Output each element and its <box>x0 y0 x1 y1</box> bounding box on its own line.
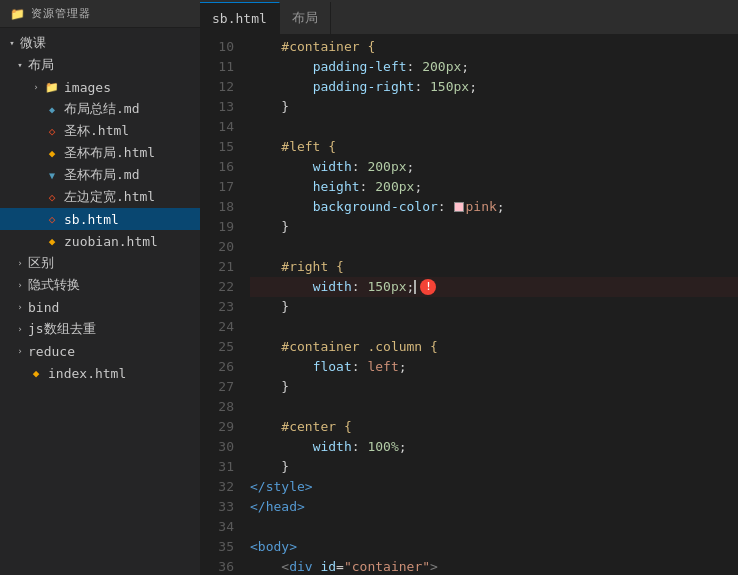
code-line-15: #left { <box>250 137 738 157</box>
code-line-17: height: 200px; <box>250 177 738 197</box>
chevron-right-icon: › <box>28 79 44 95</box>
sidebar-item-zuobian[interactable]: ◆ zuobian.html <box>0 230 200 252</box>
sidebar-zuobian-label: zuobian.html <box>64 234 158 249</box>
code-line-26: float: left; <box>250 357 738 377</box>
sidebar-zuobiankuan-label: 左边定宽.html <box>64 188 155 206</box>
folder-icon: 📁 <box>44 79 60 95</box>
sidebar-shengbei-label: 圣杯.html <box>64 122 129 140</box>
code-line-34 <box>250 517 738 537</box>
code-line-13: } <box>250 97 738 117</box>
code-line-19: } <box>250 217 738 237</box>
sidebar-item-buju[interactable]: ▾ 布局 <box>0 54 200 76</box>
md-blue-icon: ▼ <box>44 167 60 183</box>
code-lines[interactable]: #container { padding-left: 200px; paddin… <box>242 35 738 575</box>
code-line-28 <box>250 397 738 417</box>
sidebar-shengbei-buju-md-label: 圣杯布局.md <box>64 166 139 184</box>
sidebar-item-qubie[interactable]: › 区别 <box>0 252 200 274</box>
code-line-32: </style> <box>250 477 738 497</box>
code-line-20 <box>250 237 738 257</box>
tab-buju[interactable]: 布局 <box>280 2 331 34</box>
html-diamond-icon: ◆ <box>44 145 60 161</box>
sidebar-item-shengbei[interactable]: ◇ 圣杯.html <box>0 120 200 142</box>
sidebar-item-buju-summary[interactable]: ◆ 布局总结.md <box>0 98 200 120</box>
line-numbers: 10 11 12 13 14 15 16 17 18 19 20 21 22 2… <box>200 35 242 575</box>
sidebar-item-js-quzhong[interactable]: › js数组去重 <box>0 318 200 340</box>
code-line-27: } <box>250 377 738 397</box>
sidebar-bind-label: bind <box>28 300 59 315</box>
chevron-right-icon5: › <box>12 321 28 337</box>
code-line-23: } <box>250 297 738 317</box>
html-icon3: ◇ <box>44 211 60 227</box>
sidebar-index-label: index.html <box>48 366 126 381</box>
sidebar-sb-html-label: sb.html <box>64 212 119 227</box>
code-line-24 <box>250 317 738 337</box>
sidebar-title: 资源管理器 <box>31 6 91 21</box>
code-line-14 <box>250 117 738 137</box>
html-diamond-icon2: ◆ <box>44 233 60 249</box>
sidebar-images-label: images <box>64 80 111 95</box>
code-line-25: #container .column { <box>250 337 738 357</box>
code-line-11: padding-left: 200px; <box>250 57 738 77</box>
code-line-30: width: 100%; <box>250 437 738 457</box>
chevron-right-icon2: › <box>12 255 28 271</box>
code-line-33: </head> <box>250 497 738 517</box>
code-line-36: <div id="container"> <box>250 557 738 575</box>
sidebar-item-zuobiankuan[interactable]: ◇ 左边定宽.html <box>0 186 200 208</box>
sidebar-qubie-label: 区别 <box>28 254 54 272</box>
sidebar-header: 📁 资源管理器 <box>0 0 200 28</box>
sidebar: 📁 资源管理器 ▾ 微课 ▾ 布局 › 📁 images ◆ 布局总结.md ◇… <box>0 0 200 575</box>
text-cursor <box>414 280 416 294</box>
sidebar-wike-label: 微课 <box>20 34 46 52</box>
sidebar-reduce-label: reduce <box>28 344 75 359</box>
sidebar-item-yinshi[interactable]: › 隐式转换 <box>0 274 200 296</box>
code-line-22: width: 150px; ! <box>250 277 738 297</box>
explorer-icon: 📁 <box>10 7 25 21</box>
code-line-16: width: 200px; <box>250 157 738 177</box>
sidebar-buju-label: 布局 <box>28 56 54 74</box>
html-icon: ◇ <box>44 123 60 139</box>
tab-sb-html[interactable]: sb.html <box>200 2 280 34</box>
sidebar-item-wike[interactable]: ▾ 微课 <box>0 32 200 54</box>
chevron-right-icon6: › <box>12 343 28 359</box>
chevron-down-icon: ▾ <box>12 57 28 73</box>
markdown-icon: ◆ <box>44 101 60 117</box>
editor-content: 10 11 12 13 14 15 16 17 18 19 20 21 22 2… <box>200 35 738 575</box>
code-line-12: padding-right: 150px; <box>250 77 738 97</box>
sidebar-yinshi-label: 隐式转换 <box>28 276 80 294</box>
tab-buju-label: 布局 <box>292 9 318 27</box>
sidebar-item-sb-html[interactable]: ◇ sb.html <box>0 208 200 230</box>
sidebar-item-shengbei-buju-md[interactable]: ▼ 圣杯布局.md <box>0 164 200 186</box>
tab-sb-html-label: sb.html <box>212 11 267 26</box>
code-line-35: <body> <box>250 537 738 557</box>
chevron-down-icon: ▾ <box>4 35 20 51</box>
sidebar-item-reduce[interactable]: › reduce <box>0 340 200 362</box>
code-line-31: } <box>250 457 738 477</box>
editor-tabs: sb.html 布局 <box>200 0 738 35</box>
code-line-18: background-color: pink; <box>250 197 738 217</box>
sidebar-item-shengbei-buju[interactable]: ◆ 圣杯布局.html <box>0 142 200 164</box>
code-line-21: #right { <box>250 257 738 277</box>
sidebar-buju-summary-label: 布局总结.md <box>64 100 139 118</box>
editor: sb.html 布局 10 11 12 13 14 15 16 17 18 19… <box>200 0 738 575</box>
sidebar-js-quzhong-label: js数组去重 <box>28 320 96 338</box>
code-line-29: #center { <box>250 417 738 437</box>
file-tree: ▾ 微课 ▾ 布局 › 📁 images ◆ 布局总结.md ◇ 圣杯.html… <box>0 28 200 575</box>
code-line-10: #container { <box>250 37 738 57</box>
sidebar-item-images[interactable]: › 📁 images <box>0 76 200 98</box>
sidebar-shengbei-buju-label: 圣杯布局.html <box>64 144 155 162</box>
html-diamond-icon3: ◆ <box>28 365 44 381</box>
error-indicator: ! <box>420 279 436 295</box>
html-icon2: ◇ <box>44 189 60 205</box>
sidebar-item-index[interactable]: ◆ index.html <box>0 362 200 384</box>
chevron-right-icon3: › <box>12 277 28 293</box>
chevron-right-icon4: › <box>12 299 28 315</box>
sidebar-item-bind[interactable]: › bind <box>0 296 200 318</box>
